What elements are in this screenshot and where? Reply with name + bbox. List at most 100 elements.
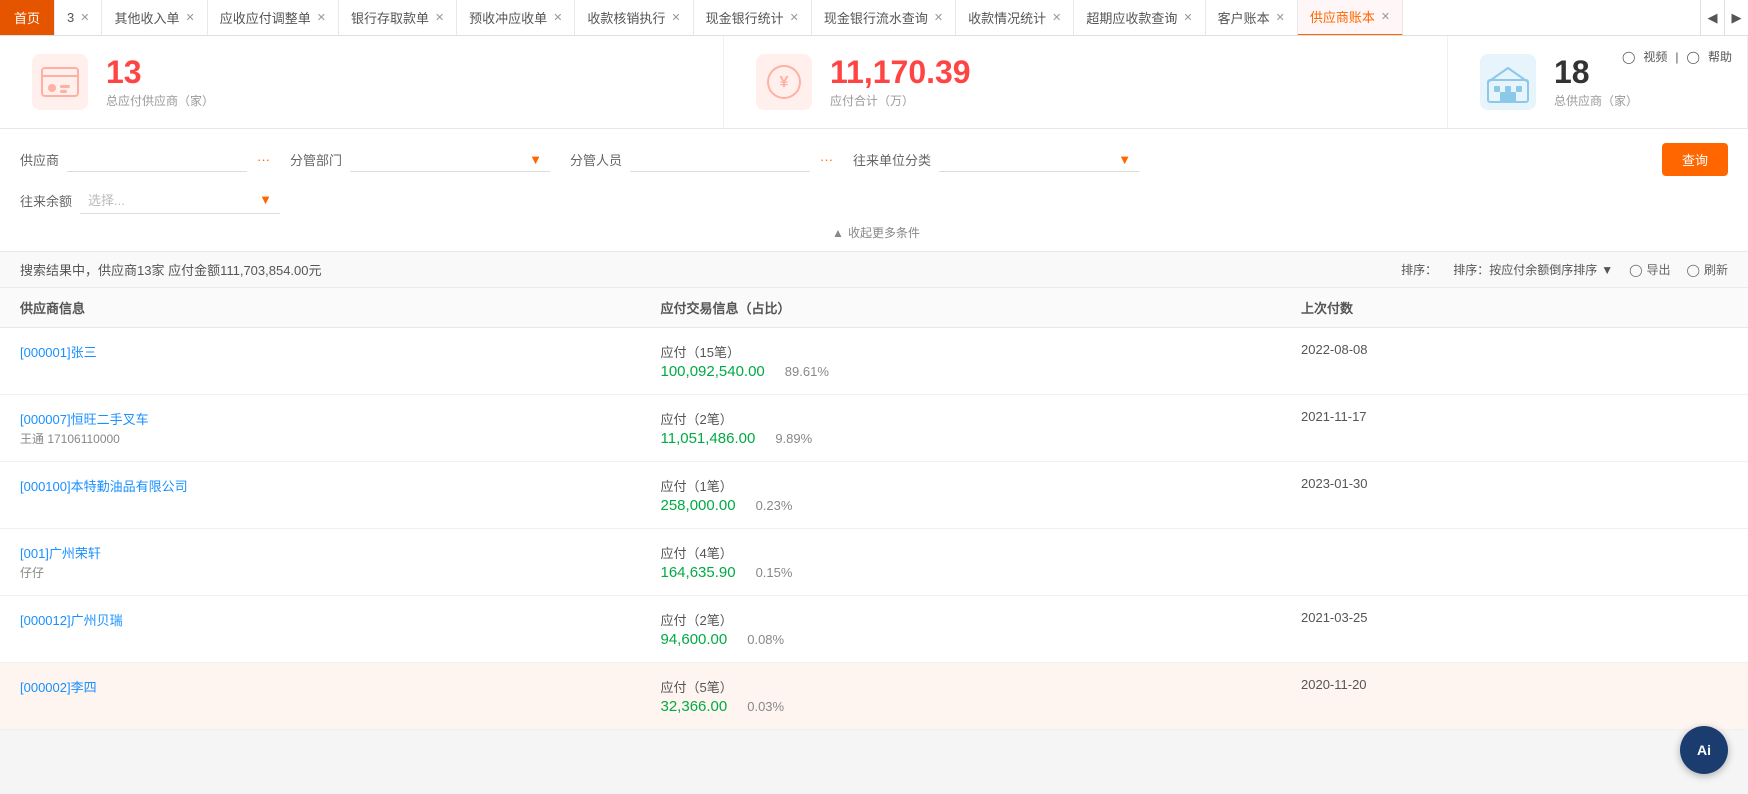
supplier-cell: [000007]恒旺二手叉车 王通 17106110000 bbox=[20, 409, 661, 447]
supplier-link[interactable]: [001]广州荣轩 bbox=[20, 546, 101, 561]
close-icon[interactable]: ✕ bbox=[80, 11, 89, 24]
tx-amount[interactable]: 94,600.00 bbox=[661, 631, 728, 648]
nav-tab-adjustment[interactable]: 应收应付调整单 ✕ bbox=[208, 0, 339, 36]
summary-card-payable-amount: ¥ 11,170.39 应付合计（万） bbox=[724, 36, 1448, 128]
nav-tab-bank-deposit[interactable]: 银行存取款单 ✕ bbox=[339, 0, 457, 36]
payable-icon bbox=[30, 52, 90, 112]
person-input[interactable] bbox=[630, 148, 810, 172]
sort-chevron-icon: ▼ bbox=[1601, 263, 1613, 277]
query-button[interactable]: 查询 bbox=[1662, 143, 1728, 176]
nav-home[interactable]: 首页 bbox=[0, 0, 55, 36]
nav-tab-supplier-ledger[interactable]: 供应商账本 ✕ bbox=[1298, 0, 1403, 36]
chevron-down-icon2: ▼ bbox=[1118, 152, 1131, 167]
person-filter-label: 分管人员 bbox=[570, 150, 622, 169]
tx-cell: 应付（4笔） 164,635.90 0.15% bbox=[661, 543, 1302, 581]
table-row: [000012]广州贝瑞 应付（2笔） 94,600.00 0.08% 2021… bbox=[0, 596, 1748, 663]
close-icon[interactable]: ✕ bbox=[1276, 11, 1285, 24]
filter-row-2: 往来余额 选择... ▼ bbox=[20, 186, 1728, 214]
payable-total-label: 应付合计（万） bbox=[830, 92, 971, 109]
tx-amount[interactable]: 164,635.90 bbox=[661, 564, 736, 581]
dept-filter-label: 分管部门 bbox=[290, 150, 342, 169]
export-button[interactable]: ◯ 导出 bbox=[1629, 261, 1670, 278]
category-filter-label: 往来单位分类 bbox=[853, 150, 931, 169]
tx-cell: 应付（15笔） 100,092,540.00 89.61% bbox=[661, 342, 1302, 380]
close-icon[interactable]: ✕ bbox=[435, 11, 444, 24]
refresh-circle-icon: ◯ bbox=[1687, 263, 1700, 277]
tx-row: 164,635.90 0.15% bbox=[661, 562, 1302, 581]
nav-tab-other-income[interactable]: 其他收入单 ✕ bbox=[102, 0, 207, 36]
nav-next-arrow[interactable]: ▶ bbox=[1724, 0, 1748, 36]
last-pay-date: 2021-03-25 bbox=[1301, 610, 1368, 625]
tab-label: 超期应收款查询 bbox=[1086, 8, 1177, 27]
last-pay-cell: 2023-01-30 bbox=[1301, 476, 1728, 491]
table-row: [000100]本特勤油品有限公司 应付（1笔） 258,000.00 0.23… bbox=[0, 462, 1748, 529]
close-icon[interactable]: ✕ bbox=[553, 11, 562, 24]
tx-row: 258,000.00 0.23% bbox=[661, 495, 1302, 514]
nav-tab-overdue[interactable]: 超期应收款查询 ✕ bbox=[1074, 0, 1205, 36]
close-icon[interactable]: ✕ bbox=[671, 11, 680, 24]
nav-tab-1[interactable]: 3 ✕ bbox=[55, 0, 102, 36]
sort-text: 排序：按应付余额倒序排序 bbox=[1453, 261, 1597, 278]
sort-button[interactable]: 排序：按应付余额倒序排序 ▼ bbox=[1453, 261, 1613, 278]
supplier-link[interactable]: [000012]广州贝瑞 bbox=[20, 613, 123, 628]
close-icon[interactable]: ✕ bbox=[185, 11, 194, 24]
last-pay-date: 2022-08-08 bbox=[1301, 342, 1368, 357]
tab-label: 3 bbox=[67, 10, 74, 25]
supplier-input[interactable] bbox=[67, 148, 247, 172]
nav-tab-receipt-stat[interactable]: 收款情况统计 ✕ bbox=[956, 0, 1074, 36]
collapse-label: 收起更多条件 bbox=[848, 224, 920, 241]
tx-amount[interactable]: 258,000.00 bbox=[661, 497, 736, 514]
category-select[interactable]: ▼ bbox=[939, 148, 1139, 172]
collapse-up-icon: ▲ bbox=[832, 226, 844, 240]
nav-tab-cashflow[interactable]: 现金银行流水查询 ✕ bbox=[812, 0, 956, 36]
nav-tab-collection[interactable]: 收款核销执行 ✕ bbox=[575, 0, 693, 36]
tab-label: 客户账本 bbox=[1218, 8, 1270, 27]
nav-tab-customer-ledger[interactable]: 客户账本 ✕ bbox=[1206, 0, 1298, 36]
table-row: [000007]恒旺二手叉车 王通 17106110000 应付（2笔） 11,… bbox=[0, 395, 1748, 462]
summary-bar: 13 总应付供应商（家） ¥ 11,170.39 应付合计（万） bbox=[0, 36, 1748, 129]
card-content-payable: 13 总应付供应商（家） bbox=[106, 56, 214, 109]
ai-label: Ai bbox=[1697, 742, 1711, 758]
tx-amount[interactable]: 11,051,486.00 bbox=[661, 430, 756, 447]
table-row: [000001]张三 应付（15笔） 100,092,540.00 89.61%… bbox=[0, 328, 1748, 395]
close-icon[interactable]: ✕ bbox=[790, 11, 799, 24]
supplier-link[interactable]: [000002]李四 bbox=[20, 680, 97, 695]
tx-amount[interactable]: 32,366.00 bbox=[661, 698, 728, 715]
balance-value: 选择... bbox=[88, 190, 125, 209]
collapse-button[interactable]: ▲ 收起更多条件 bbox=[20, 224, 1728, 241]
nav-tab-cash-bank[interactable]: 现金银行统计 ✕ bbox=[694, 0, 812, 36]
person-filter: 分管人员 ··· bbox=[570, 148, 833, 172]
supplier-link[interactable]: [000007]恒旺二手叉车 bbox=[20, 412, 149, 427]
supplier-link[interactable]: [000001]张三 bbox=[20, 345, 97, 360]
balance-select[interactable]: 选择... ▼ bbox=[80, 186, 280, 214]
tx-amount[interactable]: 100,092,540.00 bbox=[661, 363, 765, 380]
close-icon[interactable]: ✕ bbox=[1183, 11, 1192, 24]
close-icon[interactable]: ✕ bbox=[317, 11, 326, 24]
close-icon[interactable]: ✕ bbox=[1052, 11, 1061, 24]
refresh-button[interactable]: ◯ 刷新 bbox=[1687, 261, 1728, 278]
summary-card-payable-suppliers: 13 总应付供应商（家） bbox=[0, 36, 724, 128]
supplier-cell: [001]广州荣轩 仔仔 bbox=[20, 543, 661, 581]
tx-label: 应付（4笔） bbox=[661, 543, 1302, 562]
video-link[interactable]: 视频 bbox=[1643, 48, 1667, 65]
dept-select[interactable]: ▼ bbox=[350, 148, 550, 172]
close-icon[interactable]: ✕ bbox=[934, 11, 943, 24]
tab-label: 收款核销执行 bbox=[587, 8, 665, 27]
nav-prev-arrow[interactable]: ◀ bbox=[1700, 0, 1724, 36]
result-bar: 搜索结果中，供应商13家 应付金额111,703,854.00元 排序： 排序：… bbox=[0, 252, 1748, 288]
ai-button[interactable]: Ai bbox=[1680, 726, 1728, 774]
tx-row: 94,600.00 0.08% bbox=[661, 629, 1302, 648]
sort-label: 排序： bbox=[1401, 261, 1437, 278]
supplier-dots[interactable]: ··· bbox=[257, 152, 270, 167]
col-last-pay: 上次付数 bbox=[1301, 298, 1728, 317]
nav-tab-advance[interactable]: 预收冲应收单 ✕ bbox=[457, 0, 575, 36]
person-dots[interactable]: ··· bbox=[820, 152, 833, 167]
supplier-filter: 供应商 ··· bbox=[20, 148, 270, 172]
supplier-filter-label: 供应商 bbox=[20, 150, 59, 169]
tx-label: 应付（2笔） bbox=[661, 610, 1302, 629]
close-icon[interactable]: ✕ bbox=[1381, 10, 1390, 23]
help-link[interactable]: 帮助 bbox=[1708, 48, 1732, 65]
tx-percent: 0.08% bbox=[747, 632, 784, 647]
supplier-cell: [000002]李四 bbox=[20, 677, 661, 696]
supplier-link[interactable]: [000100]本特勤油品有限公司 bbox=[20, 479, 188, 494]
